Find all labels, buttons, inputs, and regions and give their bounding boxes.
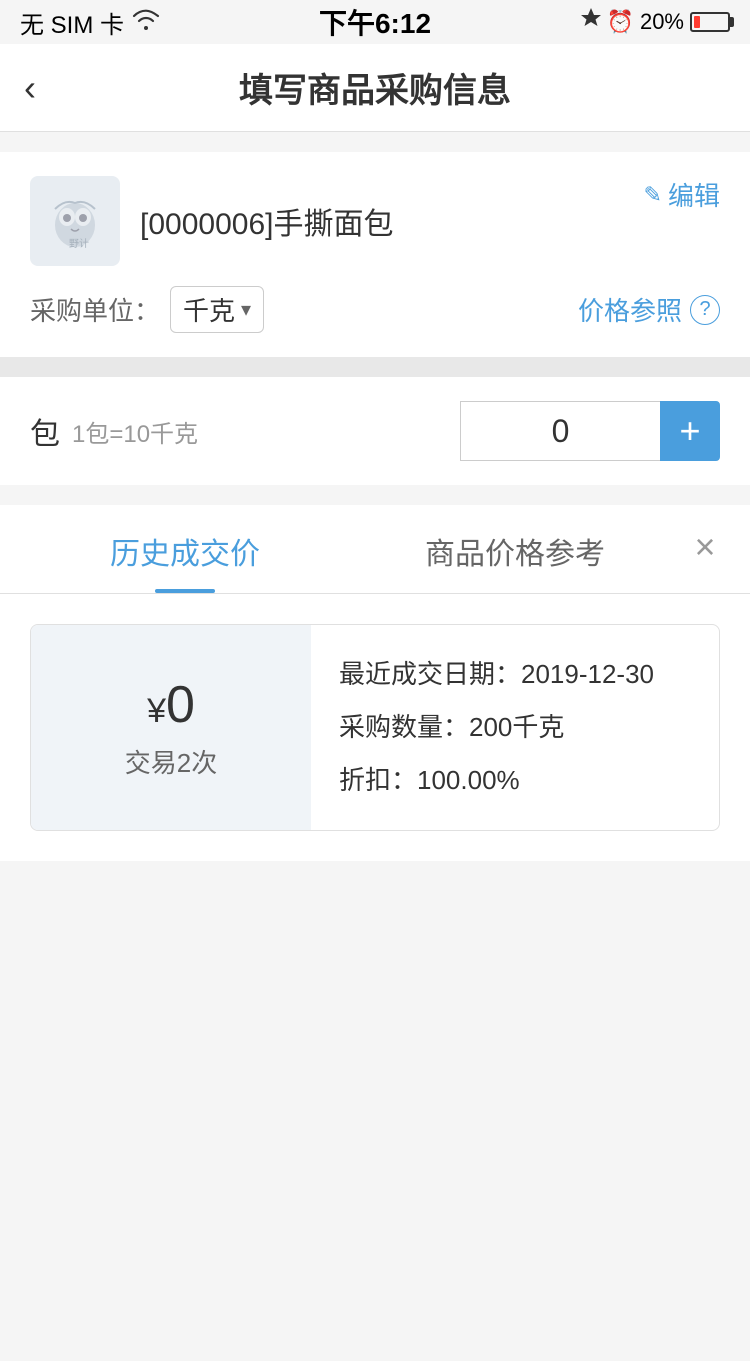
close-icon: × — [694, 526, 715, 568]
edit-icon: ✎ — [644, 182, 662, 208]
quantity-input[interactable] — [460, 401, 660, 461]
currency-symbol: ¥ — [147, 692, 166, 730]
date-label: 最近成交日期： — [339, 659, 521, 689]
status-time: 下午6:12 — [319, 2, 431, 42]
history-trades: 交易2次 — [125, 743, 217, 780]
svg-text:野计: 野计 — [69, 237, 89, 250]
carrier-label: 无 SIM 卡 — [20, 5, 124, 40]
tabs-bar: 历史成交价 商品价格参考 × — [0, 505, 750, 594]
product-logo: 野计 — [45, 191, 105, 251]
history-card: ¥0 交易2次 最近成交日期：2019-12-30 采购数量：200千克 折扣：… — [30, 624, 720, 831]
panel-content: ¥0 交易2次 最近成交日期：2019-12-30 采购数量：200千克 折扣：… — [0, 594, 750, 861]
quantity-row-detail: 采购数量：200千克 — [339, 708, 691, 747]
price-ref-button[interactable]: 价格参照 ? — [578, 291, 720, 328]
back-button[interactable]: ‹ — [24, 67, 36, 109]
price-ref-label: 价格参照 — [578, 291, 682, 328]
history-detail-area: 最近成交日期：2019-12-30 采购数量：200千克 折扣：100.00% — [311, 625, 719, 830]
edit-button[interactable]: ✎ 编辑 — [644, 176, 720, 213]
close-panel-button[interactable]: × — [680, 522, 730, 572]
quantity-input-area: + — [460, 401, 720, 461]
bottom-panel: 历史成交价 商品价格参考 × ¥0 交易2次 最近成交日期：2019-12-30… — [0, 505, 750, 861]
unit-value: 千克 — [183, 291, 235, 328]
product-unit-row: 采购单位： 千克 ▾ 价格参照 ? — [30, 286, 720, 333]
price-value: 0 — [166, 676, 195, 734]
main-content-bg — [0, 861, 750, 1361]
quantity-plus-button[interactable]: + — [660, 401, 720, 461]
status-bar: 无 SIM 卡 下午6:12 ⏰ 20% — [0, 0, 750, 44]
wifi-icon — [132, 8, 160, 37]
plus-icon: + — [679, 410, 700, 452]
history-price-area: ¥0 交易2次 — [31, 625, 311, 830]
date-value: 2019-12-30 — [521, 659, 654, 689]
product-name: [0000006]手撕面包 — [140, 199, 393, 243]
quantity-label: 采购数量： — [339, 712, 469, 742]
battery-icon — [690, 12, 730, 32]
help-icon[interactable]: ? — [690, 295, 720, 325]
alarm-icon: ⏰ — [607, 9, 634, 35]
location-icon — [581, 8, 601, 36]
status-left: 无 SIM 卡 — [20, 5, 160, 40]
edit-label: 编辑 — [668, 176, 720, 213]
tab-history-price[interactable]: 历史成交价 — [20, 505, 350, 593]
unit-badge: 包 — [30, 409, 60, 453]
discount-row: 折扣：100.00% — [339, 761, 691, 800]
product-thumbnail: 野计 — [30, 176, 120, 266]
unit-dropdown[interactable]: 千克 ▾ — [170, 286, 264, 333]
section-divider — [0, 357, 750, 377]
unit-conversion: 1包=10千克 — [72, 414, 198, 449]
date-row: 最近成交日期：2019-12-30 — [339, 655, 691, 694]
discount-value: 100.00% — [417, 765, 520, 795]
quantity-value: 200千克 — [469, 712, 564, 742]
quantity-unit-info: 包 1包=10千克 — [30, 409, 198, 453]
unit-label: 采购单位： 千克 ▾ — [30, 286, 264, 333]
history-price: ¥0 — [147, 675, 195, 735]
status-right: ⏰ 20% — [581, 8, 730, 36]
page-title: 填写商品采购信息 — [239, 63, 511, 112]
nav-bar: ‹ 填写商品采购信息 — [0, 44, 750, 132]
product-header: 野计 [0000006]手撕面包 ✎ 编辑 — [30, 176, 720, 266]
discount-label: 折扣： — [339, 765, 417, 795]
battery-percent: 20% — [640, 9, 684, 35]
chevron-down-icon: ▾ — [241, 297, 251, 322]
product-card: 野计 [0000006]手撕面包 ✎ 编辑 采购单位： 千克 ▾ 价格参照 ? — [0, 152, 750, 357]
tab-price-reference[interactable]: 商品价格参考 — [350, 505, 680, 593]
product-left: 野计 [0000006]手撕面包 — [30, 176, 393, 266]
quantity-row: 包 1包=10千克 + — [0, 377, 750, 485]
